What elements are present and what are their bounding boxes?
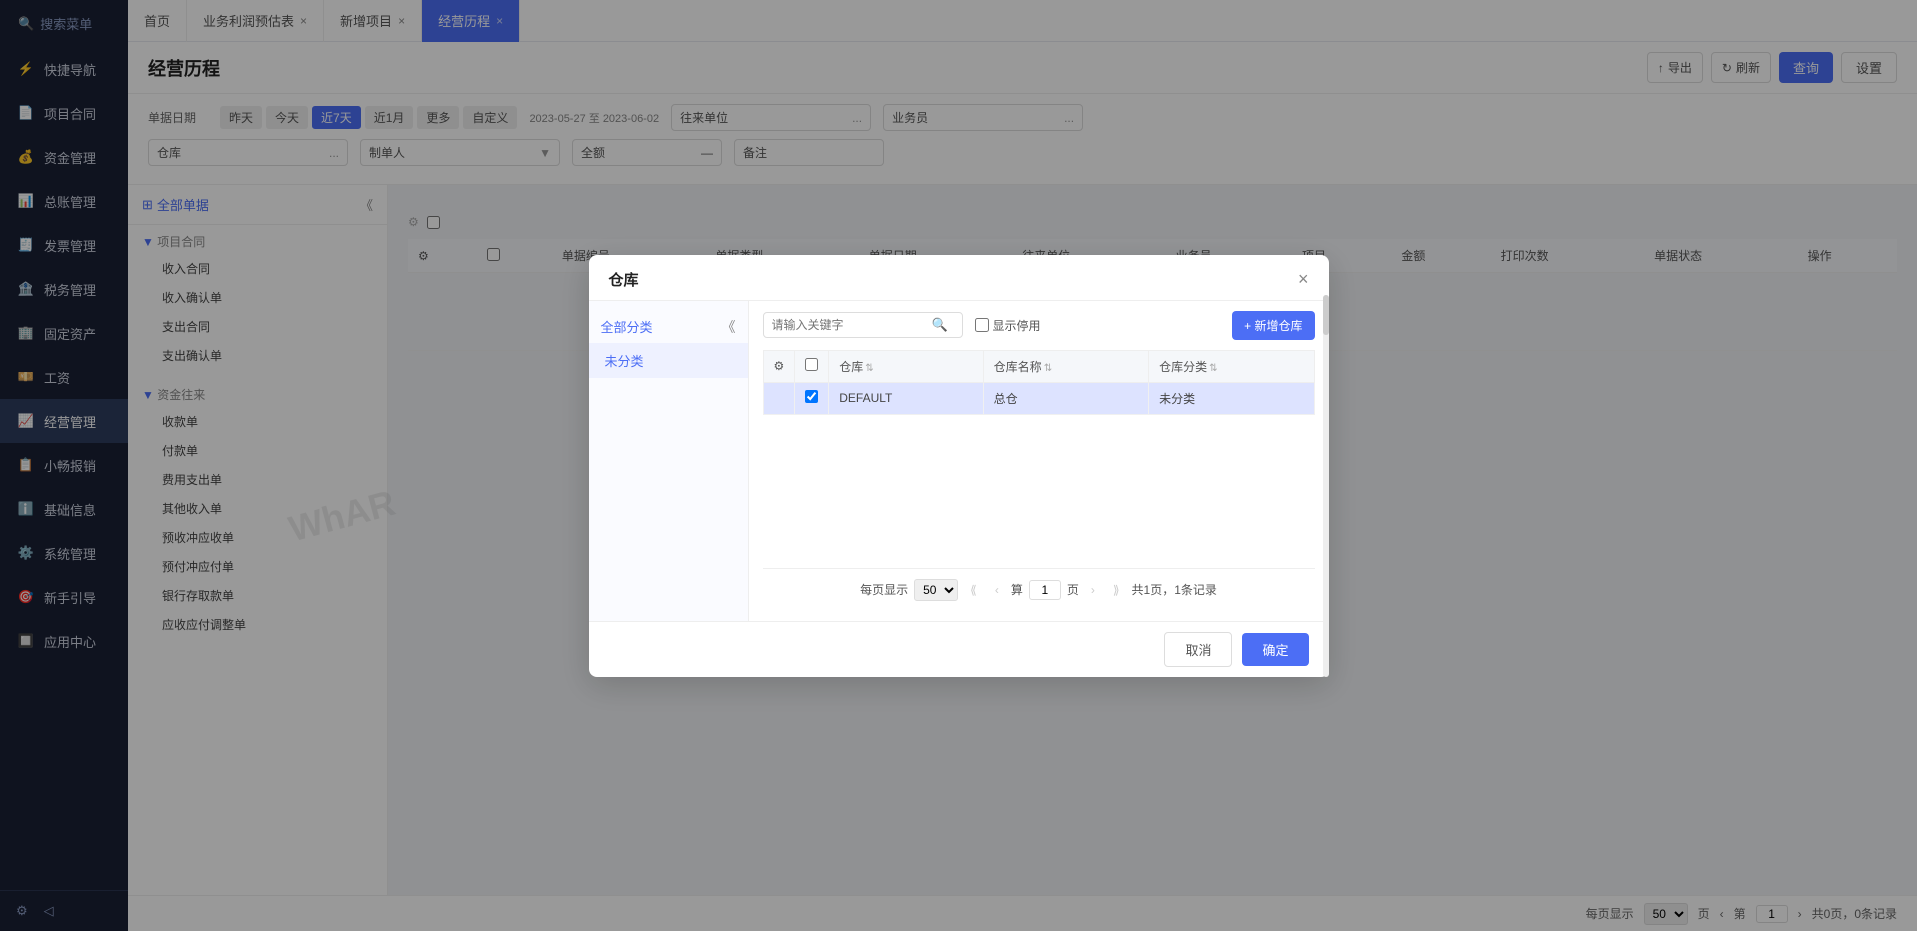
category-label: 未分类 xyxy=(605,354,644,369)
warehouse-search-input[interactable] xyxy=(772,318,932,332)
modal-title: 仓库 xyxy=(609,269,639,290)
modal-page-label: 页 xyxy=(1067,581,1079,598)
col-wh-category: 仓库分类⇅ xyxy=(1149,350,1314,382)
modal-close-button[interactable]: × xyxy=(1298,269,1309,290)
show-disabled-label[interactable]: 显示停用 xyxy=(975,317,1041,334)
modal-table-wrapper: ⚙ 仓库⇅ 仓库名称⇅ 仓库分类⇅ xyxy=(763,350,1315,568)
show-disabled-checkbox[interactable] xyxy=(975,318,989,332)
wh-name-cell: 总仓 xyxy=(983,382,1148,414)
modal-sidebar-header: 全部分类 《 xyxy=(589,311,748,343)
col-settings-icon: ⚙ xyxy=(763,350,795,382)
modal-toolbar: 🔍 显示停用 + 新增仓库 xyxy=(763,311,1315,340)
category-item-uncategorized[interactable]: 未分类 xyxy=(589,343,748,378)
pagination-next[interactable]: › xyxy=(1085,581,1101,599)
pagination-page-word: 算 xyxy=(1011,581,1023,598)
warehouse-table: ⚙ 仓库⇅ 仓库名称⇅ 仓库分类⇅ xyxy=(763,350,1315,415)
col-wh-code: 仓库⇅ xyxy=(829,350,983,382)
pagination-prev[interactable]: ‹ xyxy=(989,581,1005,599)
modal-header: 仓库 × xyxy=(589,255,1329,301)
warehouse-row[interactable]: DEFAULT 总仓 未分类 xyxy=(763,382,1314,414)
modal-footer: 取消 确定 xyxy=(589,621,1329,677)
modal-per-page-select[interactable]: 50 xyxy=(914,579,958,601)
sidebar-collapse-btn[interactable]: 《 xyxy=(722,317,736,337)
wh-check-cell xyxy=(795,382,829,414)
warehouse-search-box: 🔍 xyxy=(763,312,963,338)
cancel-button[interactable]: 取消 xyxy=(1164,632,1232,667)
warehouse-modal: 仓库 × 全部分类 《 未分类 🔍 xyxy=(589,255,1329,677)
confirm-button[interactable]: 确定 xyxy=(1242,633,1308,666)
pagination-first[interactable]: ⟪ xyxy=(964,581,983,599)
col-wh-name: 仓库名称⇅ xyxy=(983,350,1148,382)
wh-code-cell: DEFAULT xyxy=(829,382,983,414)
wh-checkbox[interactable] xyxy=(805,390,818,403)
show-disabled-text: 显示停用 xyxy=(993,317,1041,334)
all-category-label: 全部分类 xyxy=(601,317,653,336)
wh-category-cell: 未分类 xyxy=(1149,382,1314,414)
wh-settings-cell xyxy=(763,382,795,414)
modal-pagination: 每页显示 50 ⟪ ‹ 算 页 › ⟫ 共1页，1条记录 xyxy=(763,568,1315,611)
pagination-last[interactable]: ⟫ xyxy=(1107,581,1126,599)
col-check xyxy=(795,350,829,382)
modal-total-label: 共1页，1条记录 xyxy=(1132,581,1217,598)
modal-body: 全部分类 《 未分类 🔍 xyxy=(589,301,1329,621)
modal-category-sidebar: 全部分类 《 未分类 xyxy=(589,301,749,621)
add-warehouse-button[interactable]: + 新增仓库 xyxy=(1232,311,1314,340)
modal-per-page-label: 每页显示 xyxy=(860,581,908,598)
search-icon[interactable]: 🔍 xyxy=(932,317,948,333)
modal-content-area: 🔍 显示停用 + 新增仓库 ⚙ xyxy=(749,301,1329,621)
modal-page-input[interactable] xyxy=(1029,580,1061,600)
select-all-wh[interactable] xyxy=(805,358,818,371)
